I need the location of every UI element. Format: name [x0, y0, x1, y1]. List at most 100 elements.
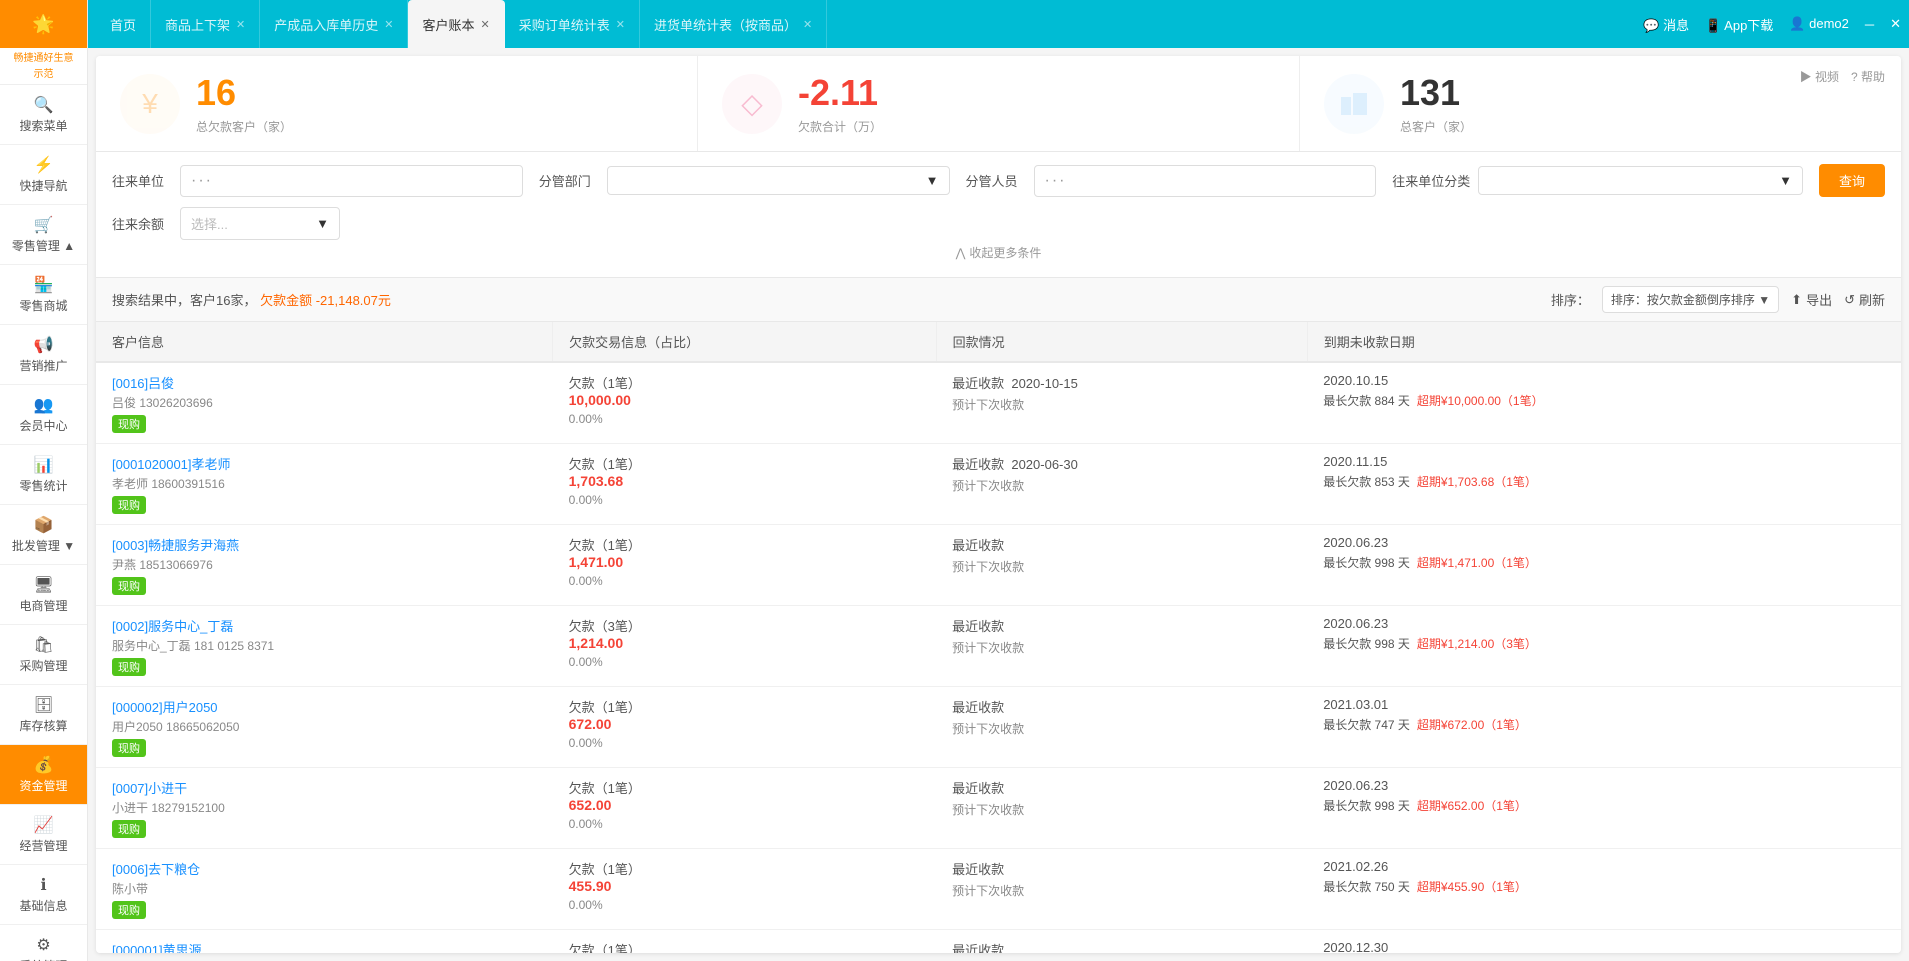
tab-customer-ledger-close[interactable]: ✕ — [481, 18, 490, 31]
sidebar-item-retail-stats[interactable]: 📊 零售统计 — [0, 445, 87, 505]
filter-label-category: 往来单位分类 — [1392, 171, 1470, 190]
customer-name-link-7[interactable]: [000001]黄思源 — [112, 943, 202, 953]
table-row: [0016]吕俊 吕俊 13026203696 现购 欠款（1笔） 10,000… — [96, 362, 1901, 444]
sidebar-item-operations[interactable]: 📈 经营管理 — [0, 805, 87, 865]
overdue-link-0[interactable]: 超期¥10,000.00（1笔） — [1417, 394, 1544, 408]
overdue-link-1[interactable]: 超期¥1,703.68（1笔） — [1417, 475, 1537, 489]
tab-customer-ledger[interactable]: 客户账本 ✕ — [408, 0, 504, 48]
tab-inbound-stats-close[interactable]: ✕ — [803, 18, 812, 31]
customer-contact-5: 小进干 18279152100 — [112, 799, 537, 816]
filter-select-category[interactable]: ▼ — [1478, 166, 1803, 195]
export-button[interactable]: ⬆ 导出 — [1791, 290, 1832, 309]
sidebar-item-finance[interactable]: 💰 资金管理 — [0, 745, 87, 805]
sidebar-item-system[interactable]: ⚙ 系统管理 — [0, 925, 87, 961]
filter-input-person[interactable]: ··· — [1034, 165, 1377, 197]
table-header-row: 客户信息 欠款交易信息（占比） 回款情况 到期未收款日期 — [96, 322, 1901, 362]
sidebar-item-retail-mall[interactable]: 🏪 零售商城 — [0, 265, 87, 325]
overdue-link-3[interactable]: 超期¥1,214.00（3笔） — [1417, 637, 1537, 651]
filter-input-customer[interactable]: ··· — [180, 165, 523, 197]
sidebar-item-member[interactable]: 👥 会员中心 — [0, 385, 87, 445]
customer-name-link-4[interactable]: [000002]用户2050 — [112, 700, 218, 715]
customer-tag-2: 现购 — [112, 577, 146, 595]
due-date-4: 2021.03.01 — [1323, 697, 1885, 712]
sidebar-item-purchase[interactable]: 🛍 采购管理 — [0, 625, 87, 685]
overdue-days-1: 最长欠款 853 天 — [1323, 475, 1413, 489]
tab-product-listing-label: 商品上下架 — [165, 15, 230, 34]
next-payment-label-2: 预计下次收款 — [952, 558, 1291, 575]
stat-icon-amount: ◇ — [722, 74, 782, 134]
overdue-days-4: 最长欠款 747 天 — [1323, 718, 1413, 732]
sidebar-item-inventory[interactable]: 🗄 库存核算 — [0, 685, 87, 745]
cell-debt-1: 欠款（1笔） 1,703.68 0.00% — [553, 444, 937, 525]
top-bar-right: 💬 消息 📱 App下载 👤 demo2 ─ ✕ — [1643, 15, 1901, 34]
search-button[interactable]: 查询 — [1819, 164, 1885, 197]
cell-customer-0: [0016]吕俊 吕俊 13026203696 现购 — [96, 362, 553, 444]
filter-group-category: 往来单位分类 ▼ — [1392, 166, 1803, 195]
sort-select[interactable]: 排序：按欠款金额倒序排序 ▼ — [1602, 286, 1779, 313]
overdue-link-4[interactable]: 超期¥672.00（1笔） — [1417, 718, 1527, 732]
refresh-button[interactable]: ↺ 刷新 — [1844, 290, 1885, 309]
customer-name-link-6[interactable]: [0006]去下粮仓 — [112, 862, 200, 877]
tab-finished-goods-close[interactable]: ✕ — [384, 18, 393, 31]
debt-label-2: 欠款（1笔） — [569, 535, 921, 554]
tab-purchase-stats-close[interactable]: ✕ — [616, 18, 625, 31]
brand-label: 畅捷通好生意 示范 — [0, 48, 87, 85]
cell-payment-3: 最近收款 预计下次收款 — [936, 606, 1307, 687]
app-download-btn[interactable]: 📱 App下载 — [1705, 15, 1773, 34]
view-video-btn[interactable]: ▶ 视频 — [1800, 68, 1839, 85]
filter-group-dept: 分管部门 ▼ — [539, 166, 950, 195]
customer-name-link-1[interactable]: [0001020001]孝老师 — [112, 457, 231, 472]
app-logo: 🌟 — [0, 0, 87, 48]
overdue-link-5[interactable]: 超期¥652.00（1笔） — [1417, 799, 1527, 813]
cell-customer-5: [0007]小进干 小进干 18279152100 现购 — [96, 768, 553, 849]
customer-name-link-2[interactable]: [0003]畅捷服务尹海燕 — [112, 538, 239, 553]
last-payment-label-6: 最近收款 — [952, 859, 1291, 878]
sidebar-item-basic-info[interactable]: ℹ 基础信息 — [0, 865, 87, 925]
tab-inbound-stats[interactable]: 进货单统计表（按商品） ✕ — [640, 0, 827, 48]
content-wrapper: ¥ 16 总欠款客户（家） ◇ -2.11 欠款合计（万） — [96, 56, 1901, 953]
debt-label-6: 欠款（1笔） — [569, 859, 921, 878]
tab-product-listing[interactable]: 商品上下架 ✕ — [151, 0, 260, 48]
cell-debt-0: 欠款（1笔） 10,000.00 0.00% — [553, 362, 937, 444]
collapse-button[interactable]: ⋀ 收起更多条件 — [956, 244, 1042, 261]
overdue-link-2[interactable]: 超期¥1,471.00（1笔） — [1417, 556, 1537, 570]
debt-amount-5: 652.00 — [569, 797, 921, 813]
window-close[interactable]: ✕ — [1890, 16, 1901, 32]
stat-icon-debt: ¥ — [120, 74, 180, 134]
collapse-row: ⋀ 收起更多条件 — [112, 240, 1885, 265]
customer-contact-4: 用户2050 18665062050 — [112, 718, 537, 735]
tab-purchase-stats[interactable]: 采购订单统计表 ✕ — [505, 0, 640, 48]
last-payment-label-0: 最近收款 2020-10-15 — [952, 373, 1291, 392]
customer-name-link-0[interactable]: [0016]吕俊 — [112, 376, 174, 391]
window-minimize[interactable]: ─ — [1865, 17, 1874, 32]
filter-select-balance[interactable]: 选择... ▼ — [180, 207, 340, 240]
stat-card-total-customers: 131 总客户（家） ▶ 视频 ? 帮助 — [1300, 56, 1901, 151]
due-date-1: 2020.11.15 — [1323, 454, 1885, 469]
sidebar-item-marketing[interactable]: 📢 营销推广 — [0, 325, 87, 385]
due-date-5: 2020.06.23 — [1323, 778, 1885, 793]
user-avatar[interactable]: 👤 demo2 — [1789, 16, 1849, 32]
sidebar-item-quick-nav[interactable]: ⚡ 快捷导航 — [0, 145, 87, 205]
stat-label-total-customers: 总客户（家） — [1400, 118, 1877, 135]
last-payment-label-7: 最近收款 — [952, 940, 1291, 953]
filter-select-dept[interactable]: ▼ — [607, 166, 950, 195]
tab-finished-goods[interactable]: 产成品入库单历史 ✕ — [260, 0, 408, 48]
cell-payment-1: 最近收款 2020-06-30 预计下次收款 — [936, 444, 1307, 525]
overdue-link-6[interactable]: 超期¥455.90（1笔） — [1417, 880, 1527, 894]
sidebar-item-wholesale[interactable]: 📦 批发管理 ▼ — [0, 505, 87, 565]
tab-home[interactable]: 首页 — [96, 0, 151, 48]
sidebar-item-retail-mgmt[interactable]: 🛒 零售管理 ▲ — [0, 205, 87, 265]
table-row: [0002]服务中心_丁磊 服务中心_丁磊 181 0125 8371 现购 欠… — [96, 606, 1901, 687]
sidebar-item-ecommerce[interactable]: 🖥 电商管理 — [0, 565, 87, 625]
tab-product-listing-close[interactable]: ✕ — [236, 18, 245, 31]
refresh-label: 刷新 — [1859, 290, 1885, 309]
stat-card-debt-customers: ¥ 16 总欠款客户（家） — [96, 56, 698, 151]
customer-name-link-3[interactable]: [0002]服务中心_丁磊 — [112, 619, 233, 634]
cell-due-4: 2021.03.01 最长欠款 747 天 超期¥672.00（1笔） — [1307, 687, 1901, 768]
help-btn[interactable]: ? 帮助 — [1851, 68, 1885, 85]
sidebar-nav: 🔍 搜索菜单 ⚡ 快捷导航 🛒 零售管理 ▲ 🏪 零售商城 📢 营销推广 👥 — [0, 85, 87, 961]
sidebar-item-search[interactable]: 🔍 搜索菜单 — [0, 85, 87, 145]
last-payment-label-1: 最近收款 2020-06-30 — [952, 454, 1291, 473]
customer-name-link-5[interactable]: [0007]小进干 — [112, 781, 187, 796]
message-btn[interactable]: 💬 消息 — [1643, 15, 1689, 34]
